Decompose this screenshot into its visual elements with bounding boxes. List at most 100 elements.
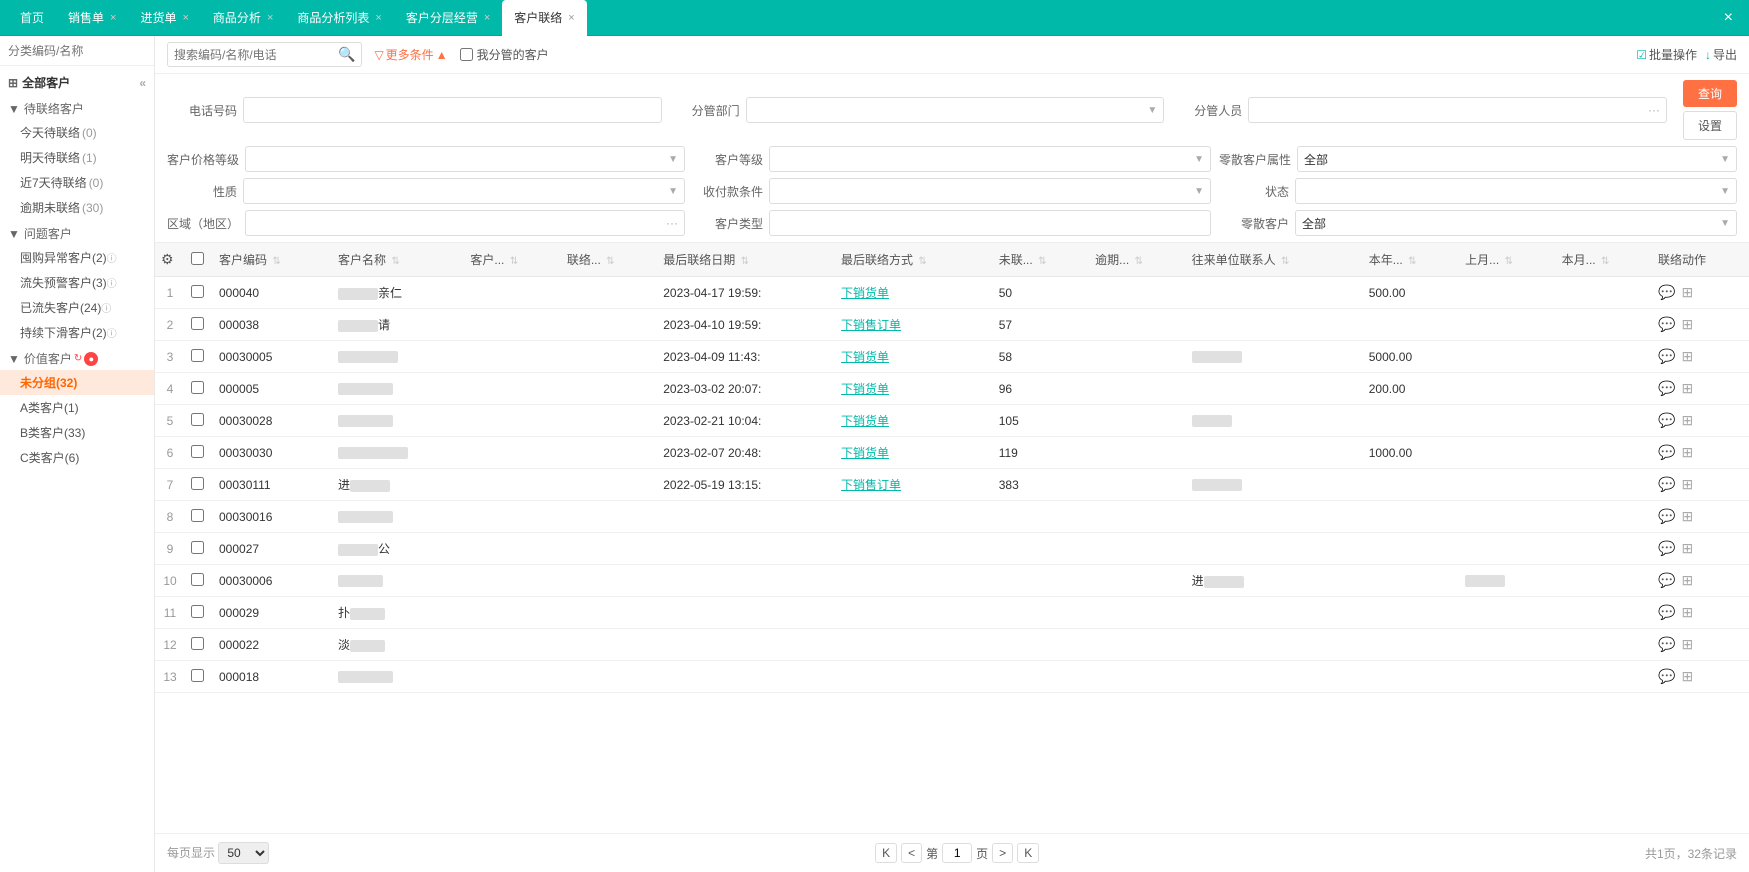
- message-icon[interactable]: 💬: [1658, 636, 1675, 653]
- page-last-button[interactable]: K: [1017, 843, 1039, 863]
- row-select-checkbox[interactable]: [191, 381, 204, 394]
- sort-icon[interactable]: ⇅: [1408, 256, 1416, 267]
- person-input[interactable]: ···: [1248, 97, 1667, 123]
- message-icon[interactable]: 💬: [1658, 348, 1675, 365]
- message-icon[interactable]: 💬: [1658, 316, 1675, 333]
- row-select-checkbox[interactable]: [191, 317, 204, 330]
- row-select-checkbox[interactable]: [191, 349, 204, 362]
- page-first-button[interactable]: K: [875, 843, 897, 863]
- grid-action-icon[interactable]: ⊞: [1681, 348, 1693, 365]
- reset-button[interactable]: 设置: [1683, 111, 1737, 140]
- sidebar-item-overdue-pending[interactable]: 逾期未联络 (30): [0, 195, 154, 220]
- retail-customer-select[interactable]: 全部 ▼: [1295, 210, 1737, 236]
- message-icon[interactable]: 💬: [1658, 540, 1675, 557]
- page-input[interactable]: [942, 843, 972, 863]
- grid-action-icon[interactable]: ⊞: [1681, 316, 1693, 333]
- row-select-checkbox[interactable]: [191, 573, 204, 586]
- message-icon[interactable]: 💬: [1658, 284, 1675, 301]
- sort-icon[interactable]: ⇅: [272, 256, 280, 267]
- sidebar-item-declining[interactable]: 持续下滑客户(2) ⓘ: [0, 320, 154, 345]
- page-size-select[interactable]: 20 50 100: [218, 842, 269, 864]
- grid-action-icon[interactable]: ⊞: [1681, 668, 1693, 685]
- message-icon[interactable]: 💬: [1658, 412, 1675, 429]
- sidebar-search-input[interactable]: [8, 44, 155, 58]
- grid-action-icon[interactable]: ⊞: [1681, 412, 1693, 429]
- phone-input[interactable]: [243, 97, 662, 123]
- status-select[interactable]: ▼: [1295, 178, 1737, 204]
- row-select-checkbox[interactable]: [191, 477, 204, 490]
- sidebar-item-class-b[interactable]: B类客户(33): [0, 420, 154, 445]
- sidebar-item-ungroup[interactable]: 未分组(32): [0, 370, 154, 395]
- tab-goods-list[interactable]: 商品分析列表 ×: [285, 0, 393, 36]
- message-icon[interactable]: 💬: [1658, 444, 1675, 461]
- more-filters-button[interactable]: ▽ 更多条件 ▲: [374, 46, 447, 63]
- all-customers-header[interactable]: ⊞ 全部客户 «: [0, 66, 154, 95]
- page-prev-button[interactable]: <: [901, 843, 922, 863]
- close-icon[interactable]: ×: [110, 12, 116, 24]
- message-icon[interactable]: 💬: [1658, 508, 1675, 525]
- tab-customer-contact[interactable]: 客户联络 ×: [502, 0, 586, 36]
- sidebar-item-churn-warning[interactable]: 流失预警客户(3) ⓘ: [0, 270, 154, 295]
- row-select-checkbox[interactable]: [191, 509, 204, 522]
- sort-icon[interactable]: ⇅: [606, 256, 614, 267]
- collapse-icon[interactable]: «: [139, 76, 146, 90]
- query-button[interactable]: 查询: [1683, 80, 1737, 107]
- grid-action-icon[interactable]: ⊞: [1681, 636, 1693, 653]
- price-level-select[interactable]: ▼: [245, 146, 685, 172]
- last-way-link[interactable]: 下销货单: [841, 446, 889, 460]
- row-select-checkbox[interactable]: [191, 605, 204, 618]
- close-icon[interactable]: ×: [182, 12, 188, 24]
- sort-icon[interactable]: ⇅: [391, 256, 399, 267]
- value-group-title[interactable]: ▼ 价值客户 ↻ ●: [0, 345, 154, 370]
- row-select-checkbox[interactable]: [191, 669, 204, 682]
- customer-type-input[interactable]: [769, 210, 1211, 236]
- close-icon[interactable]: ×: [484, 12, 490, 24]
- sidebar-item-7day-pending[interactable]: 近7天待联络 (0): [0, 170, 154, 195]
- nature-select[interactable]: ▼: [243, 178, 685, 204]
- sort-icon[interactable]: ⇅: [918, 256, 926, 267]
- sidebar-item-churned[interactable]: 已流失客户(24) ⓘ: [0, 295, 154, 320]
- last-way-link[interactable]: 下销售订单: [841, 478, 901, 492]
- sort-icon[interactable]: ⇅: [510, 256, 518, 267]
- grid-action-icon[interactable]: ⊞: [1681, 476, 1693, 493]
- payment-select[interactable]: ▼: [769, 178, 1211, 204]
- window-close-button[interactable]: ×: [1716, 9, 1741, 27]
- message-icon[interactable]: 💬: [1658, 572, 1675, 589]
- export-button[interactable]: 导出: [1705, 46, 1737, 63]
- close-icon[interactable]: ×: [568, 12, 574, 24]
- row-select-checkbox[interactable]: [191, 541, 204, 554]
- row-select-checkbox[interactable]: [191, 445, 204, 458]
- sort-icon[interactable]: ⇅: [1505, 256, 1513, 267]
- select-all-checkbox[interactable]: [191, 252, 204, 265]
- message-icon[interactable]: 💬: [1658, 604, 1675, 621]
- sort-icon[interactable]: ⇅: [1281, 256, 1289, 267]
- tab-goods-analysis[interactable]: 商品分析 ×: [201, 0, 285, 36]
- last-way-link[interactable]: 下销货单: [841, 382, 889, 396]
- row-select-checkbox[interactable]: [191, 637, 204, 650]
- grid-action-icon[interactable]: ⊞: [1681, 380, 1693, 397]
- customer-level-select[interactable]: ▼: [769, 146, 1211, 172]
- row-select-checkbox[interactable]: [191, 285, 204, 298]
- gear-icon[interactable]: ⚙: [161, 251, 174, 267]
- sidebar-item-class-a[interactable]: A类客户(1): [0, 395, 154, 420]
- pending-group-title[interactable]: ▼ 待联络客户: [0, 95, 154, 120]
- tab-purchase[interactable]: 进货单 ×: [128, 0, 200, 36]
- my-customers-checkbox[interactable]: [460, 48, 473, 61]
- tab-home[interactable]: 首页: [8, 0, 56, 36]
- message-icon[interactable]: 💬: [1658, 668, 1675, 685]
- last-way-link[interactable]: 下销货单: [841, 350, 889, 364]
- sidebar-item-abnormal[interactable]: 囤购异常客户(2) ⓘ: [0, 245, 154, 270]
- batch-op-button[interactable]: 批量操作: [1636, 46, 1697, 63]
- sidebar-item-tomorrow-pending[interactable]: 明天待联络 (1): [0, 145, 154, 170]
- tab-customer-layer[interactable]: 客户分层经营 ×: [394, 0, 502, 36]
- message-icon[interactable]: 💬: [1658, 380, 1675, 397]
- sort-icon[interactable]: ⇅: [741, 256, 749, 267]
- last-way-link[interactable]: 下销货单: [841, 414, 889, 428]
- problem-group-title[interactable]: ▼ 问题客户: [0, 220, 154, 245]
- page-next-button[interactable]: >: [992, 843, 1013, 863]
- sort-icon[interactable]: ⇅: [1135, 256, 1143, 267]
- row-select-checkbox[interactable]: [191, 413, 204, 426]
- grid-action-icon[interactable]: ⊞: [1681, 444, 1693, 461]
- sort-icon[interactable]: ⇅: [1038, 256, 1046, 267]
- retail-attr-select[interactable]: 全部 ▼: [1297, 146, 1737, 172]
